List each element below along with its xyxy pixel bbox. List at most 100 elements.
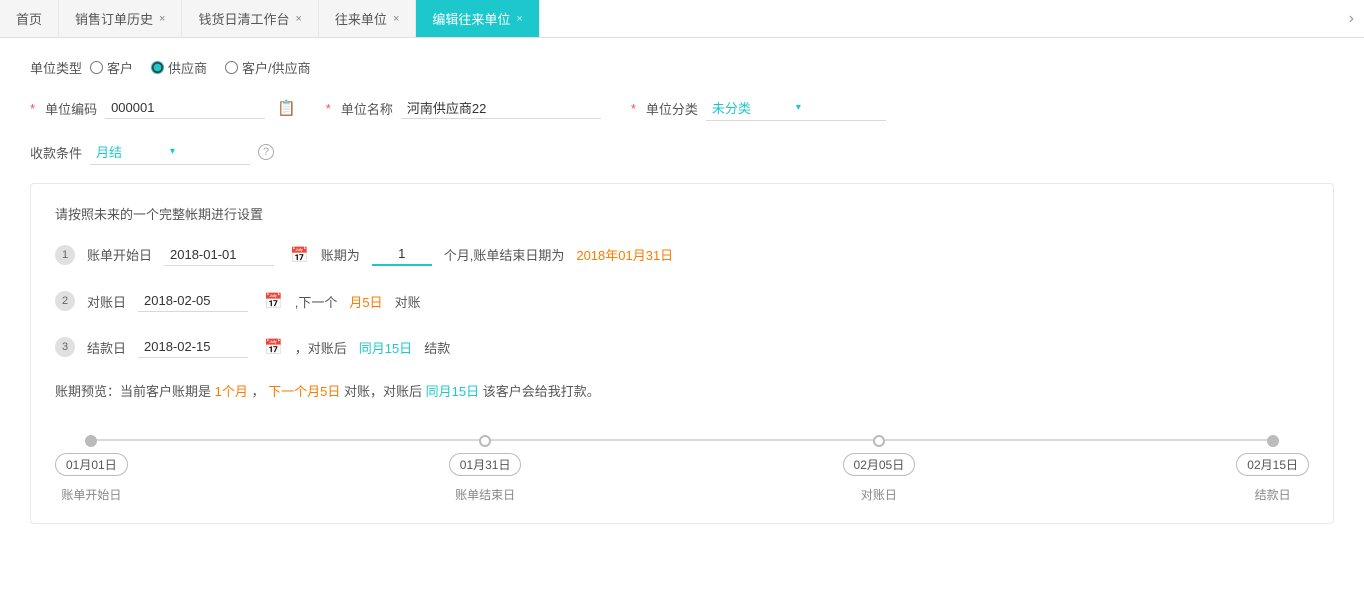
row2-date-input[interactable]	[138, 290, 248, 312]
tab-related-unit[interactable]: 往来单位 ×	[319, 0, 416, 37]
unit-name-required: *	[326, 101, 331, 116]
preview-h3: 同月15日	[426, 384, 479, 399]
unit-type-row: 单位类型 客户 供应商 客户/供应商	[30, 58, 1334, 77]
radio-both[interactable]: 客户/供应商	[225, 58, 311, 77]
row3-date-input[interactable]	[138, 336, 248, 358]
row2-calendar-icon[interactable]: 📅	[264, 292, 283, 310]
tab-sales-close-icon[interactable]: ×	[159, 13, 165, 25]
row-num-3: 3	[55, 337, 75, 357]
unit-info-row: * 单位编码 000001 📋 * 单位名称 * 单位分类 未分类 ▾	[30, 95, 1334, 121]
timeline-sub-1: 账单结束日	[455, 486, 515, 503]
row2-suffix-pre: ,下一个	[295, 292, 338, 311]
radio-customer[interactable]: 客户	[90, 58, 133, 77]
tab-home[interactable]: 首页	[0, 0, 59, 37]
unit-category-required: *	[631, 101, 636, 116]
tab-cash-close-icon[interactable]: ×	[295, 13, 301, 25]
row2-label: 对账日	[87, 292, 126, 311]
row1-period-input[interactable]	[372, 243, 432, 266]
unit-category-field: * 单位分类 未分类 ▾	[631, 95, 886, 121]
row3-suffix-pre: ，对账后	[295, 338, 347, 357]
main-content: 单位类型 客户 供应商 客户/供应商 * 单位编码 00000	[0, 38, 1364, 608]
setting-row-1: 1 账单开始日 📅 账期为 个月,账单结束日期为 2018年01月31日	[55, 243, 1309, 266]
timeline-item-2: 02月05日 对账日	[843, 435, 916, 503]
tab-edit-label: 编辑往来单位	[432, 9, 510, 28]
timeline-item-0: 01月01日 账单开始日	[55, 435, 128, 503]
timeline-item-1: 01月31日 账单结束日	[449, 435, 522, 503]
payment-condition-value: 月结	[96, 142, 170, 161]
payment-condition-dropdown[interactable]: 月结 ▾	[90, 139, 250, 165]
row1-date-input[interactable]	[164, 244, 274, 266]
radio-supplier-label: 供应商	[168, 58, 207, 77]
payment-condition-row: 收款条件 月结 ▾ ?	[30, 139, 1334, 165]
unit-code-input[interactable]: 000001	[105, 97, 265, 119]
row1-label: 账单开始日	[87, 245, 152, 264]
settings-section: 请按照未来的一个完整帐期进行设置 1 账单开始日 📅 账期为 个月,账单结束日期…	[30, 183, 1334, 524]
row3-suffix-highlight: 同月15日	[359, 338, 412, 357]
timeline-dot-0	[85, 435, 97, 447]
row3-suffix-post: 结款	[424, 338, 450, 357]
row3-label: 结款日	[87, 338, 126, 357]
row1-period-unit: 个月,账单结束日期为	[444, 245, 565, 264]
timeline-sub-2: 对账日	[861, 486, 897, 503]
timeline-badge-3: 02月15日	[1236, 453, 1309, 476]
radio-both-input[interactable]	[225, 61, 238, 74]
radio-supplier[interactable]: 供应商	[151, 58, 207, 77]
setting-row-2: 2 对账日 📅 ,下一个 月5日 对账	[55, 290, 1309, 312]
timeline-sub-0: 账单开始日	[61, 486, 121, 503]
unit-type-field: 单位类型 客户 供应商 客户/供应商	[30, 58, 311, 77]
tab-cash-daily[interactable]: 钱货日清工作台 ×	[182, 0, 318, 37]
unit-name-field: * 单位名称	[326, 97, 601, 119]
tab-bar: 首页 销售订单历史 × 钱货日清工作台 × 往来单位 × 编辑往来单位 × ›	[0, 0, 1364, 38]
tab-home-label: 首页	[16, 9, 42, 28]
tab-related-label: 往来单位	[335, 9, 387, 28]
radio-both-label: 客户/供应商	[242, 58, 311, 77]
timeline-dot-1	[479, 435, 491, 447]
help-icon[interactable]: ?	[258, 144, 274, 160]
tab-edit-related-unit[interactable]: 编辑往来单位 ×	[416, 0, 539, 37]
unit-code-required: *	[30, 101, 35, 116]
unit-category-value: 未分类	[712, 98, 796, 117]
row1-calendar-icon[interactable]: 📅	[290, 246, 309, 264]
payment-condition-field: 收款条件 月结 ▾ ?	[30, 139, 274, 165]
row1-period-end: 2018年01月31日	[576, 245, 673, 264]
preview-h2: 下一个月5日	[268, 384, 340, 399]
radio-customer-input[interactable]	[90, 61, 103, 74]
unit-category-label: 单位分类	[646, 99, 698, 118]
preview-sep2: 对账，对账后	[344, 384, 422, 399]
preview-suffix: 该客户会给我打款。	[483, 384, 600, 399]
timeline-sub-3: 结款日	[1255, 486, 1291, 503]
section-title: 请按照未来的一个完整帐期进行设置	[55, 204, 1309, 223]
row3-calendar-icon[interactable]: 📅	[264, 338, 283, 356]
timeline-badge-2: 02月05日	[843, 453, 916, 476]
tab-more-button[interactable]: ›	[1339, 0, 1364, 37]
unit-type-radio-group: 客户 供应商 客户/供应商	[90, 58, 311, 77]
row2-suffix-highlight: 月5日	[349, 292, 382, 311]
unit-category-dropdown[interactable]: 未分类 ▾	[706, 95, 886, 121]
preview-sep1: ，	[252, 384, 265, 399]
timeline-dot-2	[873, 435, 885, 447]
tab-edit-close-icon[interactable]: ×	[516, 13, 522, 25]
unit-name-input[interactable]	[401, 97, 601, 119]
timeline-badge-0: 01月01日	[55, 453, 128, 476]
tab-cash-label: 钱货日清工作台	[198, 9, 289, 28]
unit-category-arrow-icon: ▾	[796, 102, 880, 113]
unit-code-label: 单位编码	[45, 99, 97, 118]
timeline: 01月01日 账单开始日 01月31日 账单结束日 02月05日 对账日 02月…	[55, 425, 1309, 503]
row2-suffix-post: 对账	[395, 292, 421, 311]
row-num-1: 1	[55, 245, 75, 265]
row1-period-label: 账期为	[321, 245, 360, 264]
unit-code-copy-icon[interactable]: 📋	[277, 99, 296, 117]
timeline-badge-1: 01月31日	[449, 453, 522, 476]
tab-sales-label: 销售订单历史	[75, 9, 153, 28]
tab-sales-order-history[interactable]: 销售订单历史 ×	[59, 0, 182, 37]
preview-text: 账期预览：当前客户账期是 1个月 ， 下一个月5日 对账，对账后 同月15日 该…	[55, 382, 1309, 403]
radio-customer-label: 客户	[107, 58, 133, 77]
radio-supplier-input[interactable]	[151, 61, 164, 74]
timeline-items: 01月01日 账单开始日 01月31日 账单结束日 02月05日 对账日 02月…	[55, 435, 1309, 503]
payment-condition-arrow-icon: ▾	[170, 146, 244, 157]
preview-prefix: 账期预览：当前客户账期是	[55, 384, 211, 399]
tab-related-close-icon[interactable]: ×	[393, 13, 399, 25]
unit-code-field: * 单位编码 000001 📋	[30, 97, 296, 119]
setting-row-3: 3 结款日 📅 ，对账后 同月15日 结款	[55, 336, 1309, 358]
unit-name-label: 单位名称	[341, 99, 393, 118]
